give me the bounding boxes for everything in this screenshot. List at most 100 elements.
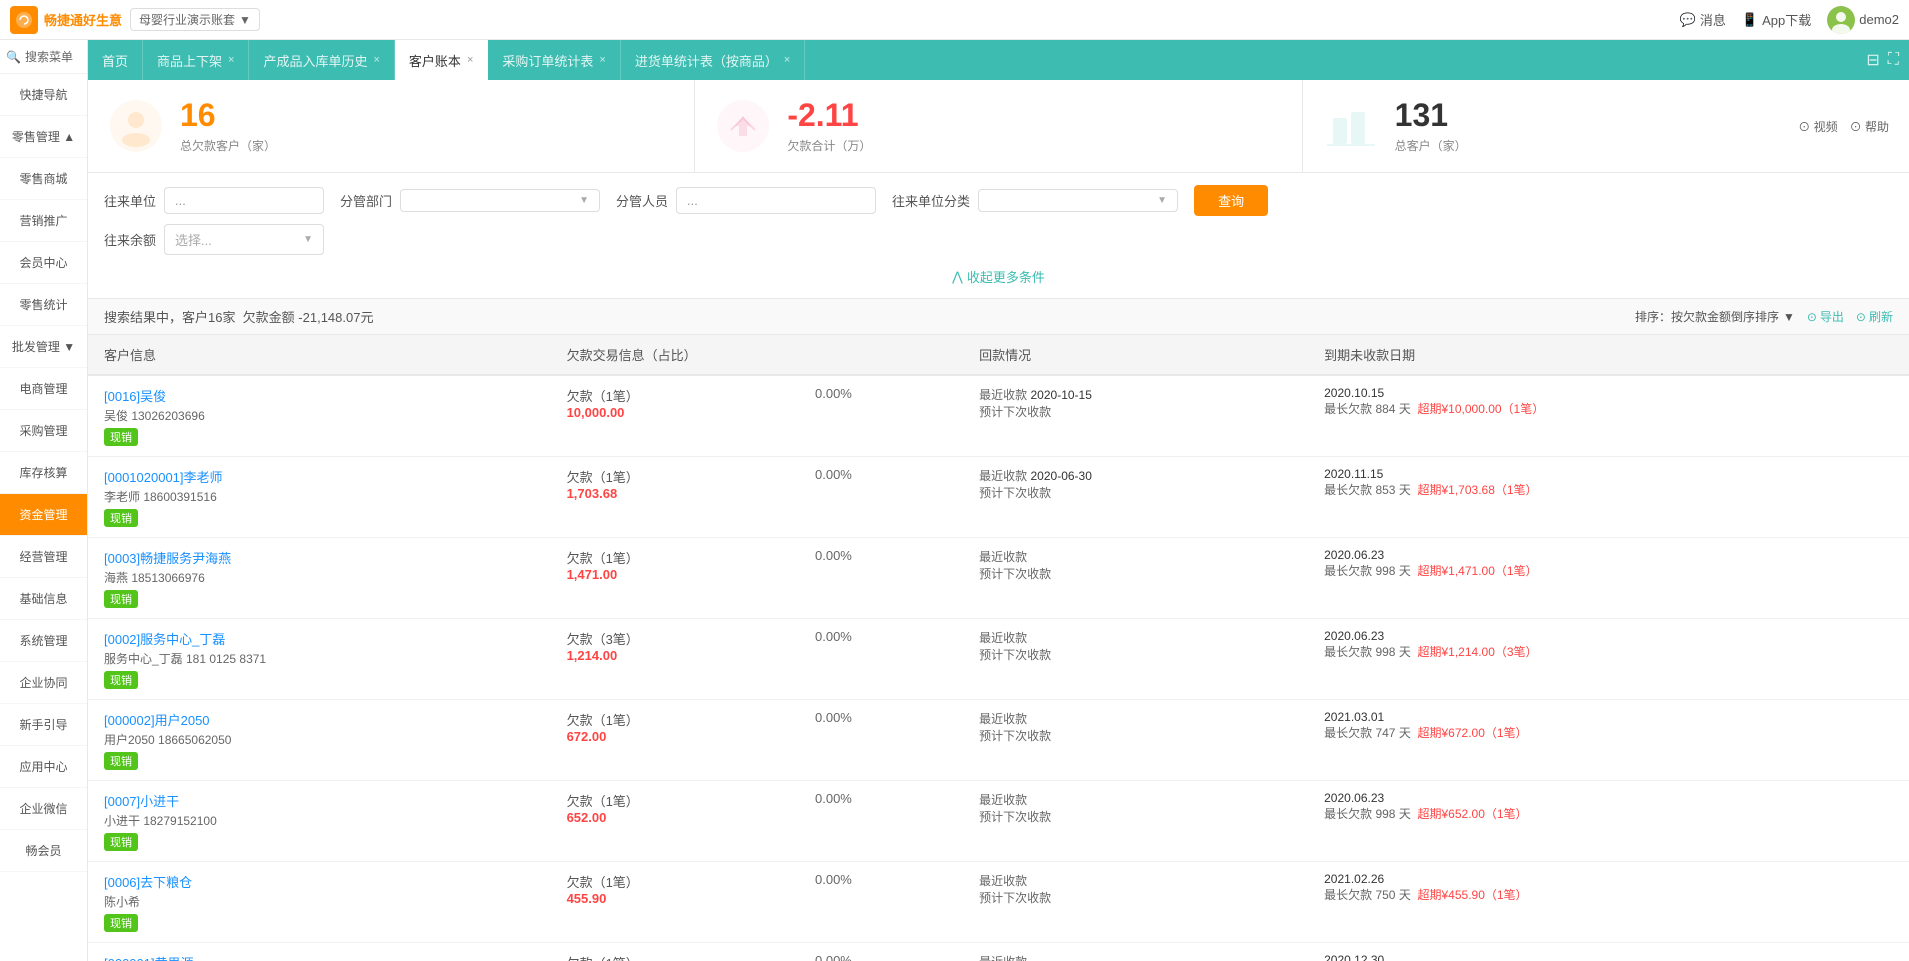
due-date-0: 2020.10.15	[1324, 386, 1893, 400]
tab-customer-account-close[interactable]: ×	[467, 54, 473, 66]
sidebar-item-label: 营销推广	[0, 212, 87, 229]
video-button[interactable]: ⊙ 视频	[1798, 118, 1837, 135]
filter-input-supplier[interactable]: ...	[164, 187, 324, 214]
sidebar-item-member[interactable]: 会员中心	[0, 242, 87, 284]
sidebar-item-ecommerce[interactable]: 电商管理	[0, 368, 87, 410]
search-button[interactable]: 查询	[1194, 185, 1268, 216]
sidebar-item-retail-mall[interactable]: 零售商城	[0, 158, 87, 200]
overdue-info-5: 最长欠款 998 天 超期¥652.00（1笔）	[1324, 805, 1893, 822]
stat-label-amount: 欠款合计（万）	[787, 137, 871, 154]
user-menu[interactable]: demo2	[1827, 6, 1899, 34]
message-button[interactable]: 💬 消息	[1680, 10, 1726, 29]
debt-amount-4[interactable]: 672.00	[567, 729, 783, 744]
overdue-amount-4[interactable]: 超期¥672.00（1笔）	[1418, 726, 1528, 740]
percent-cell-0: 0.00%	[799, 375, 963, 457]
overdue-amount-6[interactable]: 超期¥455.90（1笔）	[1418, 888, 1528, 902]
sidebar-item-retail-mgmt[interactable]: 零售管理 ▲	[0, 116, 87, 158]
customer-name-4[interactable]: [000002]用户2050	[104, 710, 535, 729]
last-payment-label-3: 最近收款	[979, 631, 1027, 645]
export-button[interactable]: ⊙ 导出	[1807, 308, 1844, 325]
tab-fullscreen-icon[interactable]: ⛶	[1888, 51, 1899, 69]
customer-name-2[interactable]: [0003]畅捷服务尹海燕	[104, 548, 535, 567]
debt-amount-3[interactable]: 1,214.00	[567, 648, 783, 663]
toggle-label: 收起更多条件	[967, 267, 1045, 286]
customer-name-0[interactable]: [0016]吴俊	[104, 386, 535, 405]
customer-cell-7: [000001]黄思源 黄思源 13552700226 现销	[88, 943, 551, 961]
sidebar-item-label: 库存核算	[0, 464, 87, 481]
overdue-amount-1[interactable]: 超期¥1,703.68（1笔）	[1418, 483, 1538, 497]
debt-amount-1[interactable]: 1,703.68	[567, 486, 783, 501]
tab-expand-icon[interactable]: ⊟	[1866, 50, 1879, 70]
customer-name-5[interactable]: [0007]小进干	[104, 791, 535, 810]
data-table: 客户信息 欠款交易信息（占比） 回款情况 到期未收款日期 [0016]吴俊 吴俊…	[88, 335, 1909, 961]
debt-label-3: 欠款（3笔）	[567, 629, 783, 648]
overdue-amount-0[interactable]: 超期¥10,000.00（1笔）	[1418, 402, 1545, 416]
overdue-amount-2[interactable]: 超期¥1,471.00（1笔）	[1418, 564, 1538, 578]
sidebar-item-batch-mgmt[interactable]: 批发管理 ▼	[0, 326, 87, 368]
sidebar-item-vip[interactable]: 畅会员	[0, 830, 87, 872]
sort-select[interactable]: 排序：按欠款金额倒序排序 ▼	[1635, 308, 1795, 325]
sidebar-item-retail-stats[interactable]: 零售统计	[0, 284, 87, 326]
debt-cell-5: 欠款（1笔） 652.00	[551, 781, 799, 862]
due-cell-3: 2020.06.23 最长欠款 998 天 超期¥1,214.00（3笔）	[1308, 619, 1909, 700]
customer-phone-2: 海燕 18513066976	[104, 569, 535, 586]
tab-purchase-order-close[interactable]: ×	[599, 54, 605, 66]
sidebar-item-quick-nav[interactable]: 快捷导航	[0, 74, 87, 116]
sidebar-item-newbie[interactable]: 新手引导	[0, 704, 87, 746]
tab-purchase-stats-close[interactable]: ×	[784, 54, 790, 66]
refresh-button[interactable]: ⊙ 刷新	[1856, 308, 1893, 325]
app-download-button[interactable]: 📱 App下载	[1742, 10, 1811, 29]
overdue-info-0: 最长欠款 884 天 超期¥10,000.00（1笔）	[1324, 400, 1893, 417]
tab-product-history-close[interactable]: ×	[373, 54, 379, 66]
tab-customer-account[interactable]: 客户账本 ×	[395, 40, 488, 80]
main-layout: 🔍 搜索菜单 快捷导航 零售管理 ▲ 零售商城 营销推广 会员中心 零售统计 批…	[0, 40, 1909, 961]
sidebar-item-label: 采购管理	[0, 422, 87, 439]
sidebar-item-app-center[interactable]: 应用中心	[0, 746, 87, 788]
overdue-amount-3[interactable]: 超期¥1,214.00（3笔）	[1418, 645, 1538, 659]
due-cell-7: 2020.12.30 最长欠款 808 天 超期¥429.00（1笔）	[1308, 943, 1909, 961]
tab-product-history[interactable]: 产成品入库单历史 ×	[249, 40, 394, 80]
customer-name-1[interactable]: [0001020001]李老师	[104, 467, 535, 486]
customer-name-6[interactable]: [0006]去下粮仓	[104, 872, 535, 891]
table-row: [0007]小进干 小进干 18279152100 现销 欠款（1笔） 652.…	[88, 781, 1909, 862]
tab-product-offline-close[interactable]: ×	[228, 54, 234, 66]
overdue-days-4: 最长欠款 747 天	[1324, 726, 1414, 740]
customer-tag-0: 现销	[104, 428, 138, 446]
sidebar-item-marketing[interactable]: 营销推广	[0, 200, 87, 242]
overdue-amount-5[interactable]: 超期¥652.00（1笔）	[1418, 807, 1528, 821]
sidebar-item-basic-info[interactable]: 基础信息	[0, 578, 87, 620]
sidebar-item-wechat[interactable]: 企业微信	[0, 788, 87, 830]
customer-name-3[interactable]: [0002]服务中心_丁磊	[104, 629, 535, 648]
sidebar-search[interactable]: 🔍 搜索菜单	[0, 40, 87, 74]
filter-toggle-button[interactable]: ⋀ 收起更多条件	[104, 263, 1893, 290]
filter-select-category[interactable]: ▼	[978, 189, 1178, 212]
next-payment-info-0: 预计下次收款	[979, 403, 1292, 420]
debt-cell-6: 欠款（1笔） 455.90	[551, 862, 799, 943]
filter-select-department[interactable]: ▼	[400, 189, 600, 212]
filter-select-balance[interactable]: 选择... ▼	[164, 224, 324, 255]
sidebar-item-label: 企业微信	[0, 800, 87, 817]
due-cell-1: 2020.11.15 最长欠款 853 天 超期¥1,703.68（1笔）	[1308, 457, 1909, 538]
next-payment-label-6: 预计下次收款	[979, 891, 1051, 905]
customer-name-7[interactable]: [000001]黄思源	[104, 953, 535, 961]
tab-home[interactable]: 首页	[88, 40, 143, 80]
debt-amount-0[interactable]: 10,000.00	[567, 405, 783, 420]
sidebar-item-enterprise[interactable]: 企业协同	[0, 662, 87, 704]
sidebar-item-business[interactable]: 经营管理	[0, 536, 87, 578]
help-button[interactable]: ⊙ 帮助	[1850, 118, 1889, 135]
next-payment-label-5: 预计下次收款	[979, 810, 1051, 824]
debt-amount-6[interactable]: 455.90	[567, 891, 783, 906]
debt-amount-2[interactable]: 1,471.00	[567, 567, 783, 582]
sidebar-item-system[interactable]: 系统管理	[0, 620, 87, 662]
tab-product-offline[interactable]: 商品上下架 ×	[143, 40, 249, 80]
balance-caret-icon: ▼	[303, 234, 313, 245]
filter-input-person[interactable]: ...	[676, 187, 876, 214]
sidebar-item-finance[interactable]: 资金管理	[0, 494, 87, 536]
tab-purchase-stats[interactable]: 进货单统计表（按商品） ×	[621, 40, 805, 80]
sidebar-item-purchase[interactable]: 采购管理	[0, 410, 87, 452]
sidebar-item-inventory[interactable]: 库存核算	[0, 452, 87, 494]
debt-amount-5[interactable]: 652.00	[567, 810, 783, 825]
sidebar-item-label: 畅会员	[0, 842, 87, 859]
company-select[interactable]: 母婴行业演示账套 ▼	[130, 8, 260, 31]
tab-purchase-order[interactable]: 采购订单统计表 ×	[488, 40, 620, 80]
